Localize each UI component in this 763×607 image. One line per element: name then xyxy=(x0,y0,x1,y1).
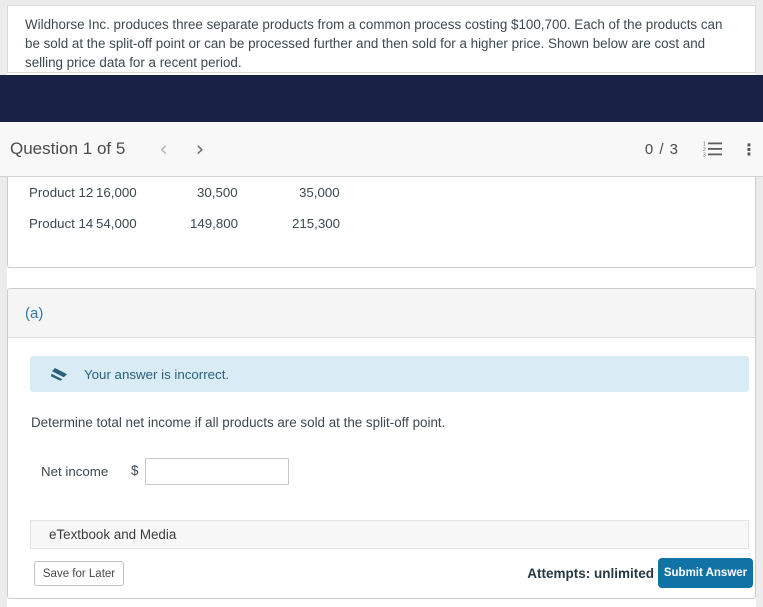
part-a-label: (a) xyxy=(25,304,44,322)
numbered-list-icon: 1 2 3 xyxy=(703,142,722,158)
etextbook-media-label: eTextbook and Media xyxy=(49,527,177,542)
incorrect-answer-alert: Your answer is incorrect. xyxy=(30,356,749,392)
more-options-icon[interactable]: ⋮ xyxy=(741,140,757,159)
currency-symbol: $ xyxy=(131,463,139,478)
net-income-label: Net income xyxy=(41,464,109,479)
score-display: 0 / 3 xyxy=(644,140,679,158)
product-name-cell: Product 14 xyxy=(29,216,94,231)
part-a-panel: (a) Your answer is incorrect. Determine … xyxy=(7,288,756,599)
net-income-input[interactable] xyxy=(145,458,289,485)
processed-value-cell: 215,300 xyxy=(292,216,341,231)
question-prompt: Determine total net income if all produc… xyxy=(31,415,446,430)
alert-message: Your answer is incorrect. xyxy=(84,366,230,382)
svg-text:3: 3 xyxy=(703,153,706,158)
splitoff-value-cell: 149,800 xyxy=(190,216,239,231)
etextbook-media-bar[interactable]: eTextbook and Media xyxy=(30,520,749,549)
page: Wildhorse Inc. produces three separate p… xyxy=(0,0,763,607)
problem-statement-panel: Wildhorse Inc. produces three separate p… xyxy=(7,5,756,73)
question-list-icon[interactable]: 1 2 3 xyxy=(703,141,723,157)
pencil-icon xyxy=(51,368,67,381)
chevron-left-icon[interactable]: ‹ xyxy=(151,135,175,164)
splitoff-value-cell: 30,500 xyxy=(197,185,238,200)
part-a-header[interactable]: (a) xyxy=(8,289,755,338)
submit-answer-button[interactable]: Submit Answer xyxy=(658,558,753,588)
cost-data-table-panel[interactable]: Product 12 16,000 30,500 35,000 Product … xyxy=(7,177,756,268)
question-header: Question 1 of 5 ‹ › 0 / 3 1 2 3 ⋮ xyxy=(0,122,763,177)
units-cell: 16,000 xyxy=(96,185,137,200)
save-for-later-button[interactable]: Save for Later xyxy=(34,561,124,586)
question-header-right: 0 / 3 1 2 3 ⋮ xyxy=(645,140,757,159)
problem-statement-text: Wildhorse Inc. produces three separate p… xyxy=(25,17,723,70)
chevron-right-icon[interactable]: › xyxy=(188,135,212,164)
product-name-cell: Product 12 xyxy=(29,185,94,200)
question-title: Question 1 of 5 xyxy=(10,139,126,158)
processed-value-cell: 35,000 xyxy=(299,185,340,200)
top-navigation-bar xyxy=(0,75,763,122)
attempts-counter: Attempts: unlimited xyxy=(527,566,654,581)
units-cell: 54,000 xyxy=(96,216,137,231)
